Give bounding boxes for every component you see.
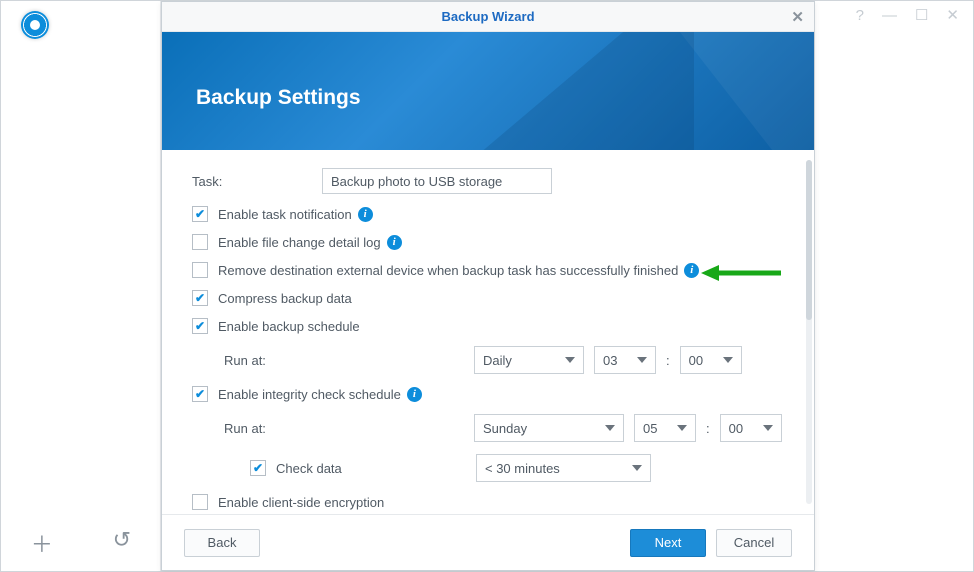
remove-device-label: Remove destination external device when … — [218, 263, 678, 278]
schedule-minute-value: 00 — [689, 353, 703, 368]
cancel-button[interactable]: Cancel — [716, 529, 792, 557]
schedule-checkbox[interactable] — [192, 318, 208, 334]
time-colon: : — [666, 353, 670, 368]
schedule-label: Enable backup schedule — [218, 319, 360, 334]
chevron-down-icon — [632, 465, 642, 471]
integrity-minute-select[interactable]: 00 — [720, 414, 782, 442]
dialog-banner: Backup Settings — [162, 32, 814, 150]
checkdata-checkbox[interactable] — [250, 460, 266, 476]
schedule-runat-label: Run at: — [224, 353, 474, 368]
chevron-down-icon — [677, 425, 687, 431]
outer-minimize-icon[interactable]: — — [882, 7, 897, 24]
dialog-content: Task: Enable task notification i Enable … — [162, 150, 814, 514]
outer-maximize-icon[interactable]: ☐ — [915, 6, 928, 24]
notification-checkbox[interactable] — [192, 206, 208, 222]
left-rail: ＋ ↺ — [1, 1, 161, 571]
app-window: ? — ☐ ✕ ＋ ↺ Backup Wizard ✕ Backup Setti… — [0, 0, 974, 572]
back-button[interactable]: Back — [184, 529, 260, 557]
chevron-down-icon — [637, 357, 647, 363]
task-name-input[interactable] — [322, 168, 552, 194]
chevron-down-icon — [723, 357, 733, 363]
integrity-hour-select[interactable]: 05 — [634, 414, 696, 442]
schedule-hour-value: 03 — [603, 353, 617, 368]
backup-wizard-dialog: Backup Wizard ✕ Backup Settings Task: En… — [161, 1, 815, 571]
integrity-frequency-value: Sunday — [483, 421, 527, 436]
checkdata-label: Check data — [276, 461, 476, 476]
dialog-titlebar: Backup Wizard ✕ — [162, 2, 814, 32]
schedule-minute-select[interactable]: 00 — [680, 346, 742, 374]
integrity-runat-label: Run at: — [224, 421, 474, 436]
info-icon[interactable]: i — [358, 207, 373, 222]
integrity-hour-value: 05 — [643, 421, 657, 436]
close-icon[interactable]: ✕ — [791, 8, 804, 26]
next-button[interactable]: Next — [630, 529, 706, 557]
task-label: Task: — [192, 174, 322, 189]
integrity-checkbox[interactable] — [192, 386, 208, 402]
schedule-hour-select[interactable]: 03 — [594, 346, 656, 374]
integrity-minute-value: 00 — [729, 421, 743, 436]
dialog-footer: Back Next Cancel — [162, 514, 814, 570]
filechange-label: Enable file change detail log — [218, 235, 381, 250]
chevron-down-icon — [565, 357, 575, 363]
history-button[interactable]: ↺ — [113, 527, 131, 559]
checkdata-duration-value: < 30 minutes — [485, 461, 560, 476]
outer-close-icon[interactable]: ✕ — [946, 6, 959, 24]
integrity-label: Enable integrity check schedule — [218, 387, 401, 402]
schedule-frequency-value: Daily — [483, 353, 512, 368]
filechange-checkbox[interactable] — [192, 234, 208, 250]
add-task-button[interactable]: ＋ — [31, 527, 53, 559]
integrity-frequency-select[interactable]: Sunday — [474, 414, 624, 442]
checkdata-duration-select[interactable]: < 30 minutes — [476, 454, 651, 482]
remove-device-checkbox[interactable] — [192, 262, 208, 278]
info-icon[interactable]: i — [684, 263, 699, 278]
encryption-checkbox[interactable] — [192, 494, 208, 510]
app-logo-icon[interactable] — [21, 11, 49, 39]
info-icon[interactable]: i — [387, 235, 402, 250]
compress-label: Compress backup data — [218, 291, 352, 306]
encryption-label: Enable client-side encryption — [218, 495, 384, 510]
outer-help-icon[interactable]: ? — [856, 7, 864, 24]
schedule-frequency-select[interactable]: Daily — [474, 346, 584, 374]
info-icon[interactable]: i — [407, 387, 422, 402]
outer-window-controls: ? — ☐ ✕ — [863, 1, 973, 29]
chevron-down-icon — [605, 425, 615, 431]
scrollbar-thumb[interactable] — [806, 160, 812, 320]
notification-label: Enable task notification — [218, 207, 352, 222]
compress-checkbox[interactable] — [192, 290, 208, 306]
time-colon: : — [706, 421, 710, 436]
chevron-down-icon — [763, 425, 773, 431]
banner-title: Backup Settings — [196, 86, 361, 110]
dialog-title: Backup Wizard — [441, 9, 534, 24]
